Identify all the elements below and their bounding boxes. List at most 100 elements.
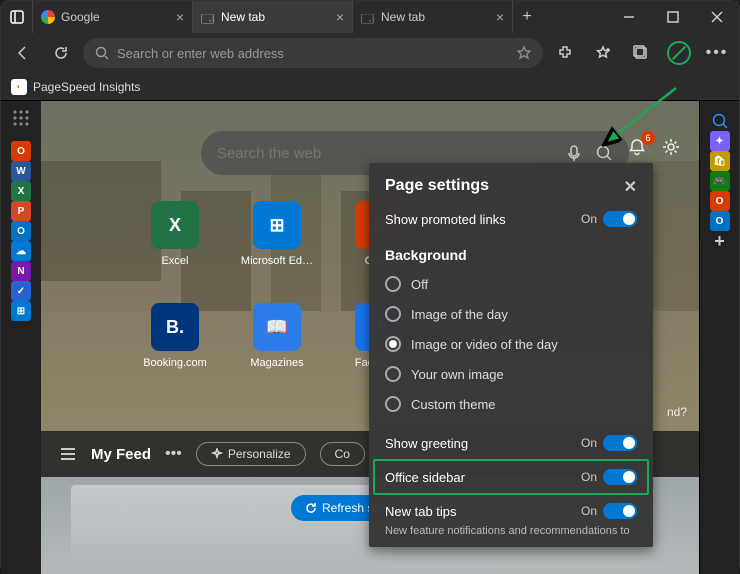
rail-word-button[interactable]: W <box>11 161 31 181</box>
favorite-icon[interactable] <box>517 46 531 60</box>
profile-button[interactable] <box>663 37 695 69</box>
notifications-button[interactable]: 6 <box>627 137 647 162</box>
toggle-state-label: On <box>581 436 597 450</box>
tile-icon: X <box>151 201 199 249</box>
panel-close-button[interactable]: ✕ <box>624 177 637 197</box>
newtab-favicon: 🗔 <box>201 10 215 24</box>
tile-icon: 📖 <box>253 303 301 351</box>
covid-button[interactable]: Co <box>320 442 365 466</box>
favorites-button[interactable] <box>587 37 619 69</box>
new-tab-tips-toggle[interactable] <box>603 503 637 519</box>
close-icon <box>711 11 723 23</box>
close-icon[interactable]: × <box>176 9 184 25</box>
window-controls <box>607 1 739 33</box>
tab-label: New tab <box>381 10 425 24</box>
extensions-button[interactable] <box>549 37 581 69</box>
search-icon[interactable] <box>595 144 613 162</box>
rail-onedrive-button[interactable]: ☁ <box>11 241 31 261</box>
close-window-button[interactable] <box>695 1 739 33</box>
rail-todo-button[interactable]: ✓ <box>11 281 31 301</box>
title-bar: Google × 🗔 New tab × 🗔 New tab × + <box>1 1 739 33</box>
sidebar-games-button[interactable]: 🎮 <box>710 171 730 191</box>
refresh-icon <box>305 502 317 514</box>
rail-excel-button[interactable]: X <box>11 181 31 201</box>
profile-avatar-icon <box>667 41 691 65</box>
tab-actions-button[interactable] <box>1 1 33 33</box>
sidebar-outlook-button[interactable]: O <box>710 211 730 231</box>
radio-label: Image or video of the day <box>411 337 558 352</box>
back-button[interactable] <box>7 37 39 69</box>
voice-search-icon[interactable] <box>565 144 583 162</box>
background-option[interactable]: Image of the day <box>385 299 637 329</box>
background-option[interactable]: Your own image <box>385 359 637 389</box>
apps-launcher-icon[interactable] <box>12 109 30 127</box>
favorites-bar-item[interactable]: PageSpeed Insights <box>33 80 140 94</box>
minimize-button[interactable] <box>607 1 651 33</box>
tab-label: Google <box>61 10 100 24</box>
greeting-toggle[interactable] <box>603 435 637 451</box>
search-icon <box>95 46 109 60</box>
office-sidebar-toggle[interactable] <box>603 469 637 485</box>
personalize-button[interactable]: Personalize <box>196 442 306 466</box>
rail-onenote-button[interactable]: N <box>11 261 31 281</box>
rail-more-button[interactable]: ⊞ <box>11 301 31 321</box>
address-bar[interactable]: Search or enter web address <box>83 38 543 68</box>
notifications-badge: 6 <box>641 131 655 145</box>
sidebar-office-button[interactable]: O <box>710 191 730 211</box>
setting-label: Office sidebar <box>385 470 465 485</box>
radio-icon <box>385 336 401 352</box>
tile-icon: ⊞ <box>253 201 301 249</box>
toggle-state-label: On <box>581 504 597 518</box>
background-caption: nd? <box>667 405 687 419</box>
tips-note: New feature notifications and recommenda… <box>385 525 637 537</box>
sidebar-add-button[interactable]: + <box>710 231 730 251</box>
page-settings-button[interactable] <box>661 137 681 162</box>
address-placeholder: Search or enter web address <box>117 46 284 61</box>
quick-link-tile[interactable]: 📖Magazines <box>233 303 321 369</box>
close-icon[interactable]: × <box>496 9 504 25</box>
tab-label: New tab <box>221 10 265 24</box>
ntp-search-input[interactable] <box>217 145 553 162</box>
minimize-icon <box>623 11 635 23</box>
toggle-state-label: On <box>581 470 597 484</box>
collections-button[interactable] <box>625 37 657 69</box>
setting-label: Show greeting <box>385 436 468 451</box>
tab-newtab-2[interactable]: 🗔 New tab × <box>353 1 513 33</box>
star-add-icon <box>595 45 611 61</box>
close-icon[interactable]: × <box>336 9 344 25</box>
radio-icon <box>385 366 401 382</box>
page-settings-panel: Page settings ✕ Show promoted links On B… <box>369 163 653 547</box>
maximize-icon <box>667 11 679 23</box>
tile-label: Excel <box>162 255 189 267</box>
promoted-links-toggle[interactable] <box>603 211 637 227</box>
background-option[interactable]: Off <box>385 269 637 299</box>
sidebar-copilot-button[interactable]: ✦ <box>710 131 730 151</box>
feed-more-button[interactable]: ••• <box>165 445 182 463</box>
personalize-label: Personalize <box>228 447 291 461</box>
quick-link-tile[interactable]: B.Booking.com <box>131 303 219 369</box>
menu-button[interactable]: ••• <box>701 37 733 69</box>
setting-label: Show promoted links <box>385 212 506 227</box>
radio-label: Your own image <box>411 367 504 382</box>
refresh-button[interactable] <box>45 37 77 69</box>
tab-google[interactable]: Google × <box>33 1 193 33</box>
rail-office-button[interactable]: O <box>11 141 31 161</box>
tab-newtab-1[interactable]: 🗔 New tab × <box>193 1 353 33</box>
quick-link-tile[interactable]: ⊞Microsoft Ed… <box>233 201 321 267</box>
radio-label: Custom theme <box>411 397 496 412</box>
rail-outlook-button[interactable]: O <box>11 221 31 241</box>
maximize-button[interactable] <box>651 1 695 33</box>
newtab-favicon: 🗔 <box>361 10 375 24</box>
extension-icon <box>557 45 573 61</box>
tile-icon: B. <box>151 303 199 351</box>
menu-icon[interactable] <box>59 445 77 463</box>
sidebar-shopping-button[interactable]: 🛍 <box>710 151 730 171</box>
back-icon <box>15 45 31 61</box>
pagespeed-favicon: ◐ <box>11 79 27 95</box>
sidebar-search-button[interactable] <box>710 111 730 131</box>
rail-powerpoint-button[interactable]: P <box>11 201 31 221</box>
new-tab-button[interactable]: + <box>513 1 541 33</box>
background-option[interactable]: Custom theme <box>385 389 637 419</box>
background-option[interactable]: Image or video of the day <box>385 329 637 359</box>
quick-link-tile[interactable]: X Excel <box>131 201 219 267</box>
